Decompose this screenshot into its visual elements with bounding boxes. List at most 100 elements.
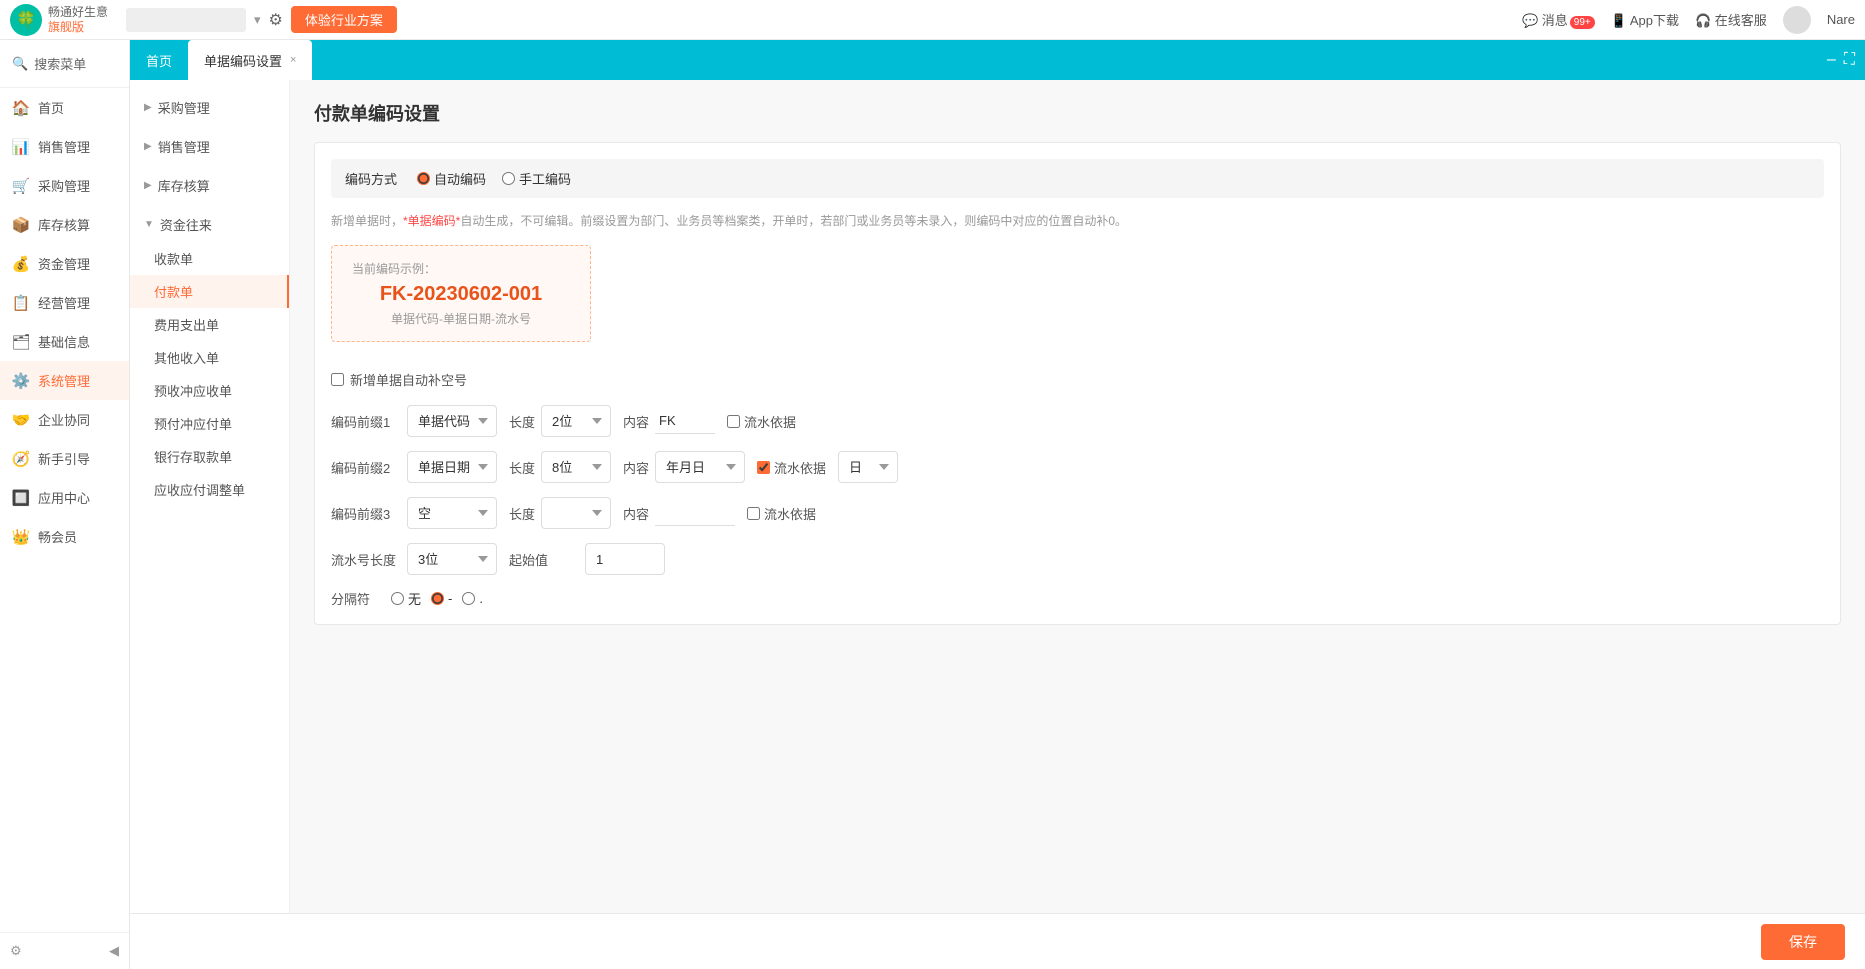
sidebar-item-member[interactable]: 👑 畅会员: [0, 517, 129, 556]
sub-item-receipt[interactable]: 收款单: [130, 242, 289, 275]
guide-icon: 🧭: [12, 450, 30, 468]
sidebar-item-company[interactable]: 🤝 企业协同: [0, 400, 129, 439]
sub-item-advance-receivable[interactable]: 预收冲应收单: [130, 374, 289, 407]
sub-header-inventory[interactable]: ▶ 库存核算: [130, 168, 289, 203]
length1-select[interactable]: 2位: [541, 405, 611, 437]
code-example-label: 当前编码示例：: [352, 260, 570, 277]
system-icon: ⚙️: [12, 372, 30, 390]
sub-item-expense[interactable]: 费用支出单: [130, 308, 289, 341]
user-avatar[interactable]: [1783, 6, 1811, 34]
sub-header-capital[interactable]: ▼ 资金往来: [130, 207, 289, 242]
sidebar-footer: ⚙ ◀: [0, 932, 129, 969]
start-value-input[interactable]: [585, 543, 665, 575]
sub-item-advance-payable[interactable]: 预付冲应付单: [130, 407, 289, 440]
sidebar-search-area[interactable]: 🔍 搜索菜单: [0, 40, 129, 88]
app-download-link[interactable]: 📱 App下载: [1611, 10, 1679, 29]
prefix1-select[interactable]: 单据代码: [407, 405, 497, 437]
radio-manual[interactable]: 手工编码: [502, 169, 571, 188]
chevron-down-icon4: ▼: [144, 219, 154, 230]
sub-item-bank[interactable]: 银行存取款单: [130, 440, 289, 473]
length3-label: 长度: [509, 504, 535, 523]
flow2-checkbox[interactable]: [757, 461, 770, 474]
code-example-value: FK-20230602-001: [352, 283, 570, 306]
sidebar-item-sales[interactable]: 📊 销售管理: [0, 127, 129, 166]
sidebar-item-apps[interactable]: 🔲 应用中心: [0, 478, 129, 517]
save-button[interactable]: 保存: [1761, 924, 1845, 960]
tab-home[interactable]: 首页: [130, 40, 188, 80]
tab-minimize-icon[interactable]: –: [1827, 51, 1836, 69]
member-icon: 👑: [12, 528, 30, 546]
prefix-row-2: 编码前缀2 单据日期 长度 8位 内容: [331, 451, 1824, 483]
sub-header-sales[interactable]: ▶ 销售管理: [130, 129, 289, 164]
sep-dash-label: -: [448, 591, 452, 606]
length3-select[interactable]: [541, 497, 611, 529]
sub-header-purchase-label: 采购管理: [158, 98, 210, 117]
sidebar: 🔍 搜索菜单 🏠 首页 📊 销售管理 🛒 采购管理 📦 库存核算 💰 资金管理 …: [0, 40, 130, 969]
dropdown-arrow-icon[interactable]: ▾: [254, 12, 261, 28]
prefix3-select[interactable]: 空: [407, 497, 497, 529]
content2-select[interactable]: 年月日: [655, 451, 745, 483]
content2-label: 内容: [623, 458, 649, 477]
sidebar-item-inventory[interactable]: 📦 库存核算: [0, 205, 129, 244]
purchase-icon: 🛒: [12, 177, 30, 195]
length2-select[interactable]: 8位: [541, 451, 611, 483]
tab-close-icon[interactable]: ×: [290, 54, 296, 66]
code-example-sub: 单据代码-单据日期-流水号: [352, 310, 570, 327]
sidebar-item-finance[interactable]: 💰 资金管理: [0, 244, 129, 283]
sep-radio-dot[interactable]: .: [462, 591, 483, 606]
sub-group-sales: ▶ 销售管理: [130, 129, 289, 164]
sub-item-other-income[interactable]: 其他收入单: [130, 341, 289, 374]
radio-auto[interactable]: 自动编码: [417, 169, 486, 188]
sidebar-label-system: 系统管理: [38, 371, 90, 390]
content3-label: 内容: [623, 504, 649, 523]
prefix-row-1: 编码前缀1 单据代码 长度 2位 内容: [331, 405, 1824, 437]
content3-value: [655, 500, 735, 526]
logo-text: 畅通好生意 旗舰版: [48, 5, 108, 34]
settings-icon[interactable]: ⚙: [269, 10, 283, 30]
top-bar: 🍀 畅通好生意 旗舰版 ▾ ⚙ 体验行业方案 💬 消息99+ 📱 App下载 🎧…: [0, 0, 1865, 40]
logo: 🍀 畅通好生意 旗舰版: [10, 4, 108, 36]
flow2-label: 流水依据: [774, 458, 826, 477]
sidebar-item-basic[interactable]: 🗂 基础信息: [0, 322, 129, 361]
sub-item-payment[interactable]: 付款单: [130, 275, 289, 308]
tab-encode-settings[interactable]: 单据编码设置 ×: [188, 40, 312, 80]
sidebar-item-purchase[interactable]: 🛒 采购管理: [0, 166, 129, 205]
sidebar-item-guide[interactable]: 🧭 新手引导: [0, 439, 129, 478]
experience-btn[interactable]: 体验行业方案: [291, 6, 397, 33]
chevron-right-icon: ▶: [144, 102, 152, 113]
sub-item-adjust[interactable]: 应收应付调整单: [130, 473, 289, 506]
sub-header-purchase[interactable]: ▶ 采购管理: [130, 90, 289, 125]
sep-radio-dash[interactable]: -: [431, 591, 452, 606]
search-menu[interactable]: 🔍 搜索菜单: [0, 48, 129, 79]
sidebar-label-finance: 资金管理: [38, 254, 90, 273]
prefix2-select[interactable]: 单据日期: [407, 451, 497, 483]
sidebar-settings-icon[interactable]: ⚙: [10, 943, 22, 959]
prefix3-group: 编码前缀3 空: [331, 497, 497, 529]
serial-length-select[interactable]: 3位: [407, 543, 497, 575]
sidebar-item-operations[interactable]: 📋 经营管理: [0, 283, 129, 322]
prefix2-group: 编码前缀2 单据日期: [331, 451, 497, 483]
sep-radio-none[interactable]: 无: [391, 589, 421, 608]
tab-maximize-icon[interactable]: ⛶: [1844, 51, 1855, 69]
length1-label: 长度: [509, 412, 535, 431]
flow2-period-select[interactable]: 日: [838, 451, 898, 483]
content3-group: 内容: [623, 500, 735, 526]
logo-icon: 🍀: [10, 4, 42, 36]
sidebar-collapse-icon[interactable]: ◀: [109, 943, 119, 959]
sidebar-item-system[interactable]: ⚙️ 系统管理: [0, 361, 129, 400]
encoding-method-label: 编码方式: [345, 169, 397, 188]
sales-icon: 📊: [12, 138, 30, 156]
flow3-checkbox[interactable]: [747, 507, 760, 520]
auto-fill-checkbox[interactable]: [331, 373, 344, 386]
tab-bar-end: – ⛶: [1827, 51, 1865, 69]
serial-length-label: 流水号长度: [331, 550, 401, 569]
active-tab-label: 单据编码设置: [204, 51, 282, 70]
flow1-checkbox[interactable]: [727, 415, 740, 428]
online-service-link[interactable]: 🎧 在线客服: [1695, 10, 1767, 29]
sidebar-item-home[interactable]: 🏠 首页: [0, 88, 129, 127]
apps-icon: 🔲: [12, 489, 30, 507]
code-example-box: 当前编码示例： FK-20230602-001 单据代码-单据日期-流水号: [331, 245, 591, 342]
message-link[interactable]: 💬 消息99+: [1522, 10, 1595, 29]
search-bar[interactable]: [126, 8, 246, 32]
sidebar-label-member: 畅会员: [38, 527, 77, 546]
